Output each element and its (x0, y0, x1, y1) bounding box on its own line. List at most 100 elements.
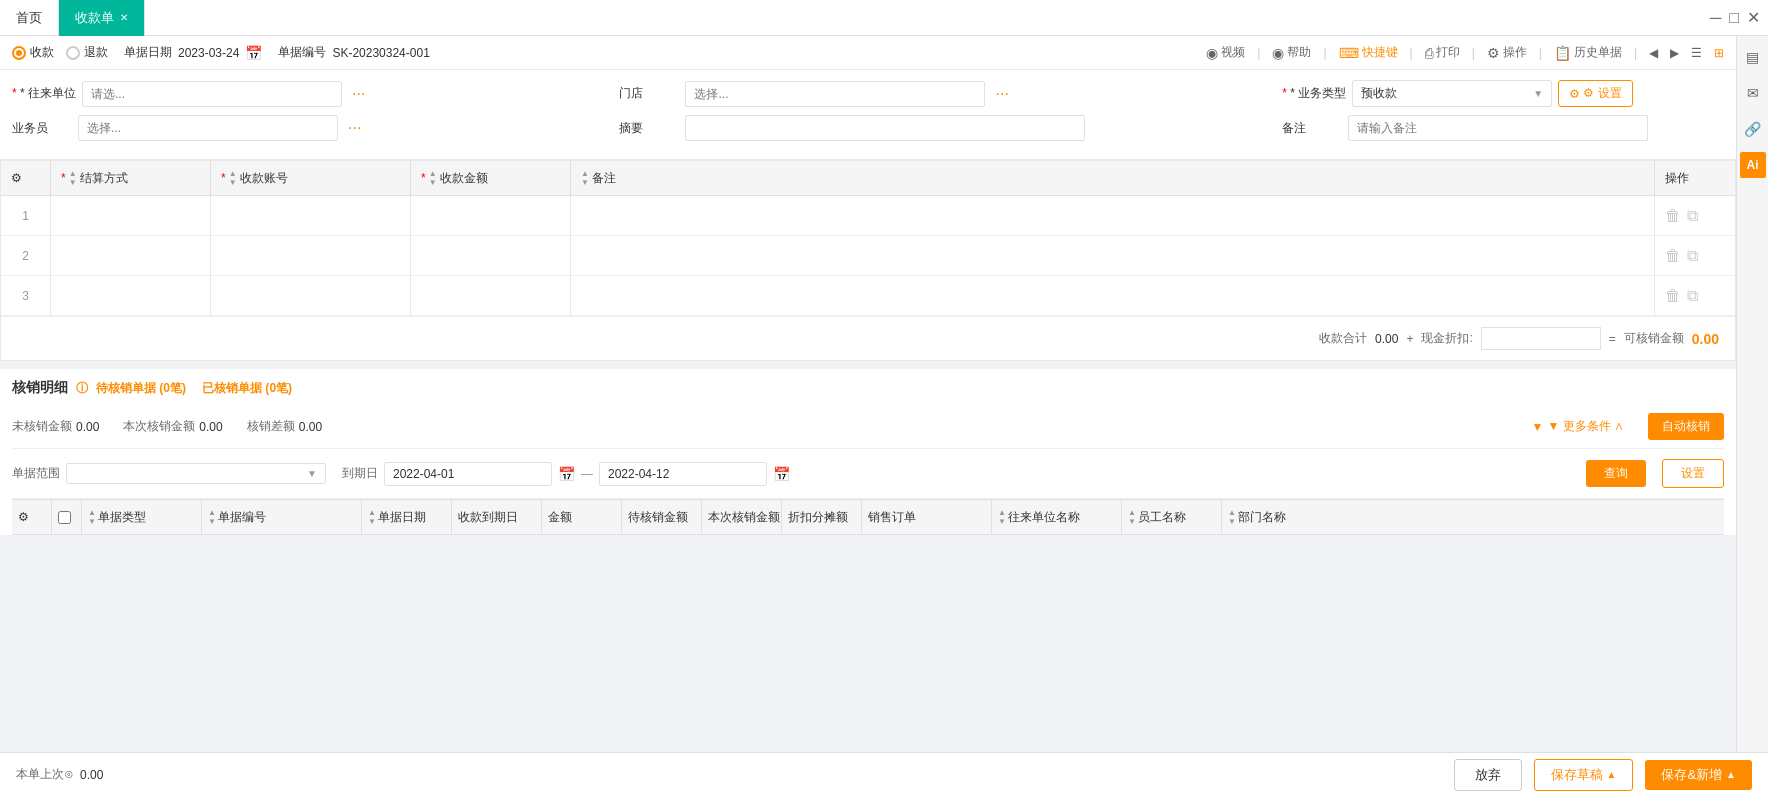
amount-sort[interactable]: ▲▼ (429, 169, 437, 187)
print-label: 打印 (1436, 44, 1460, 61)
summary-input[interactable] (685, 115, 1085, 141)
sidebar-ai-icon[interactable]: Ai (1740, 152, 1766, 178)
refund-radio[interactable]: 退款 (66, 44, 108, 61)
doctype-sort[interactable]: ▲▼ (88, 508, 96, 526)
tab-receipt-label: 收款单 (75, 0, 114, 36)
business-type-select[interactable]: 预收款 ▼ (1352, 80, 1552, 107)
row-2-note[interactable] (571, 236, 1655, 275)
shortcut-btn[interactable]: ⌨ 快捷键 (1339, 44, 1398, 61)
next-btn[interactable]: ▶ (1670, 46, 1679, 60)
video-btn[interactable]: ◉ 视频 (1206, 44, 1245, 61)
staff-input[interactable] (78, 115, 338, 141)
row-3-settlement[interactable] (51, 276, 211, 315)
row-2-copy-icon[interactable]: ⧉ (1687, 247, 1698, 265)
list-btn[interactable]: ☰ (1691, 46, 1702, 60)
form-row-1: * 往来单位 ··· 门店 ··· * 业务类型 预收款 ▼ ⚙ ⚙ 设置 (12, 80, 1724, 107)
row-1-note[interactable] (571, 196, 1655, 235)
settings-col-header[interactable]: ⚙ (1, 161, 51, 195)
print-btn[interactable]: ⎙ 打印 (1425, 44, 1460, 61)
filter-settings-btn[interactable]: 设置 (1662, 459, 1724, 488)
more-filter-btn[interactable]: ▼ ▼ 更多条件 ∧ (1532, 418, 1624, 435)
query-btn[interactable]: 查询 (1586, 460, 1646, 487)
number-value[interactable]: SK-20230324-001 (332, 46, 429, 60)
row-2-delete-icon[interactable]: 🗑 (1665, 247, 1681, 265)
row-2-settlement[interactable] (51, 236, 211, 275)
date-range-filter: 到期日 📅 — 📅 (342, 462, 790, 486)
row-1-settlement[interactable] (51, 196, 211, 235)
row-1-delete-icon[interactable]: 🗑 (1665, 207, 1681, 225)
info-icon[interactable]: ⓘ (76, 380, 88, 397)
maximize-icon[interactable]: □ (1729, 9, 1739, 27)
minimize-icon[interactable]: ─ (1710, 9, 1721, 27)
help-btn[interactable]: ◉ 帮助 (1272, 44, 1311, 61)
sidebar-table-icon[interactable]: ▤ (1740, 44, 1766, 70)
save-new-btn[interactable]: 保存&新增 ▲ (1645, 760, 1752, 789)
row-1-amount[interactable] (411, 196, 571, 235)
note-input[interactable] (1348, 115, 1648, 141)
form-row-2: 业务员 ··· 摘要 备注 (12, 115, 1724, 141)
close-tab-icon[interactable]: ✕ (120, 0, 128, 36)
bth-settings[interactable]: ⚙ (12, 500, 52, 534)
due-date-from-input[interactable] (384, 462, 552, 486)
bth-current: 本次核销金额 (702, 500, 782, 534)
discount-input[interactable] (1481, 327, 1601, 350)
to-calendar-icon[interactable]: 📅 (773, 466, 790, 482)
row-3-copy-icon[interactable]: ⧉ (1687, 287, 1698, 305)
receipt-radio[interactable]: 收款 (12, 44, 54, 61)
row-3-amount[interactable] (411, 276, 571, 315)
history-label: 历史单据 (1574, 44, 1622, 61)
docnumber-sort[interactable]: ▲▼ (208, 508, 216, 526)
account-sort[interactable]: ▲▼ (229, 169, 237, 187)
staff-more-icon[interactable]: ··· (348, 119, 361, 137)
settings-button[interactable]: ⚙ ⚙ 设置 (1558, 80, 1632, 107)
bth-checkbox[interactable] (52, 500, 82, 534)
pending-label: 待核销金额 (628, 509, 688, 526)
calendar-icon[interactable]: 📅 (245, 45, 262, 61)
gear-icon: ⚙ (1569, 87, 1580, 101)
grid-btn[interactable]: ⊞ (1714, 46, 1724, 60)
save-draft-btn[interactable]: 保存草稿 ▲ (1534, 759, 1634, 789)
due-date-to-input[interactable] (599, 462, 767, 486)
table-row: 3 🗑 ⧉ (1, 276, 1735, 316)
settlement-sort[interactable]: ▲▼ (69, 169, 77, 187)
bth-counterparty: ▲▼ 往来单位名称 (992, 500, 1122, 534)
select-all-checkbox[interactable] (58, 511, 71, 524)
counterparty-more-icon[interactable]: ··· (352, 85, 365, 103)
prev-btn[interactable]: ◀ (1649, 46, 1658, 60)
number-field: 单据编号 SK-20230324-001 (278, 44, 429, 61)
counterparty-sort[interactable]: ▲▼ (998, 508, 1006, 526)
row-3-delete-icon[interactable]: 🗑 (1665, 287, 1681, 305)
row-1-copy-icon[interactable]: ⧉ (1687, 207, 1698, 225)
verified-tab-count: 0笔 (269, 381, 288, 395)
tab-home[interactable]: 首页 (0, 0, 59, 36)
sidebar-attachment-icon[interactable]: 🔗 (1740, 116, 1766, 142)
auto-verify-btn[interactable]: 自动核销 (1648, 413, 1724, 440)
date-value[interactable]: 2023-03-24 (178, 46, 239, 60)
counterparty-input[interactable] (82, 81, 342, 107)
from-calendar-icon[interactable]: 📅 (558, 466, 575, 482)
row-1-account[interactable] (211, 196, 411, 235)
operation-btn[interactable]: ⚙ 操作 (1487, 44, 1527, 61)
sidebar-email-icon[interactable]: ✉ (1740, 80, 1766, 106)
note-sort[interactable]: ▲▼ (581, 169, 589, 187)
store-input[interactable] (685, 81, 985, 107)
abandon-btn[interactable]: 放弃 (1454, 759, 1522, 789)
tab-receipt[interactable]: 收款单 ✕ (59, 0, 145, 36)
history-btn[interactable]: 📋 历史单据 (1554, 44, 1622, 61)
row-2-amount[interactable] (411, 236, 571, 275)
row-3-account[interactable] (211, 276, 411, 315)
window-close-icon[interactable]: ✕ (1747, 8, 1760, 27)
row-2-account[interactable] (211, 236, 411, 275)
video-icon: ◉ (1206, 45, 1218, 61)
staff-sort[interactable]: ▲▼ (1128, 508, 1136, 526)
row-3-note[interactable] (571, 276, 1655, 315)
docdate-sort[interactable]: ▲▼ (368, 508, 376, 526)
range-select[interactable]: ▼ (66, 463, 326, 484)
pending-tab[interactable]: 待核销单据 (0笔) (96, 380, 186, 397)
row-2-num: 2 (1, 236, 51, 275)
store-more-icon[interactable]: ··· (995, 85, 1008, 103)
verified-tab[interactable]: 已核销单据 (0笔) (202, 380, 292, 397)
amount-col-header: ▲▼ 收款金额 (411, 161, 571, 195)
table-footer: 收款合计 0.00 + 现金折扣: = 可核销金额 0.00 (1, 316, 1735, 360)
dept-sort[interactable]: ▲▼ (1228, 508, 1236, 526)
